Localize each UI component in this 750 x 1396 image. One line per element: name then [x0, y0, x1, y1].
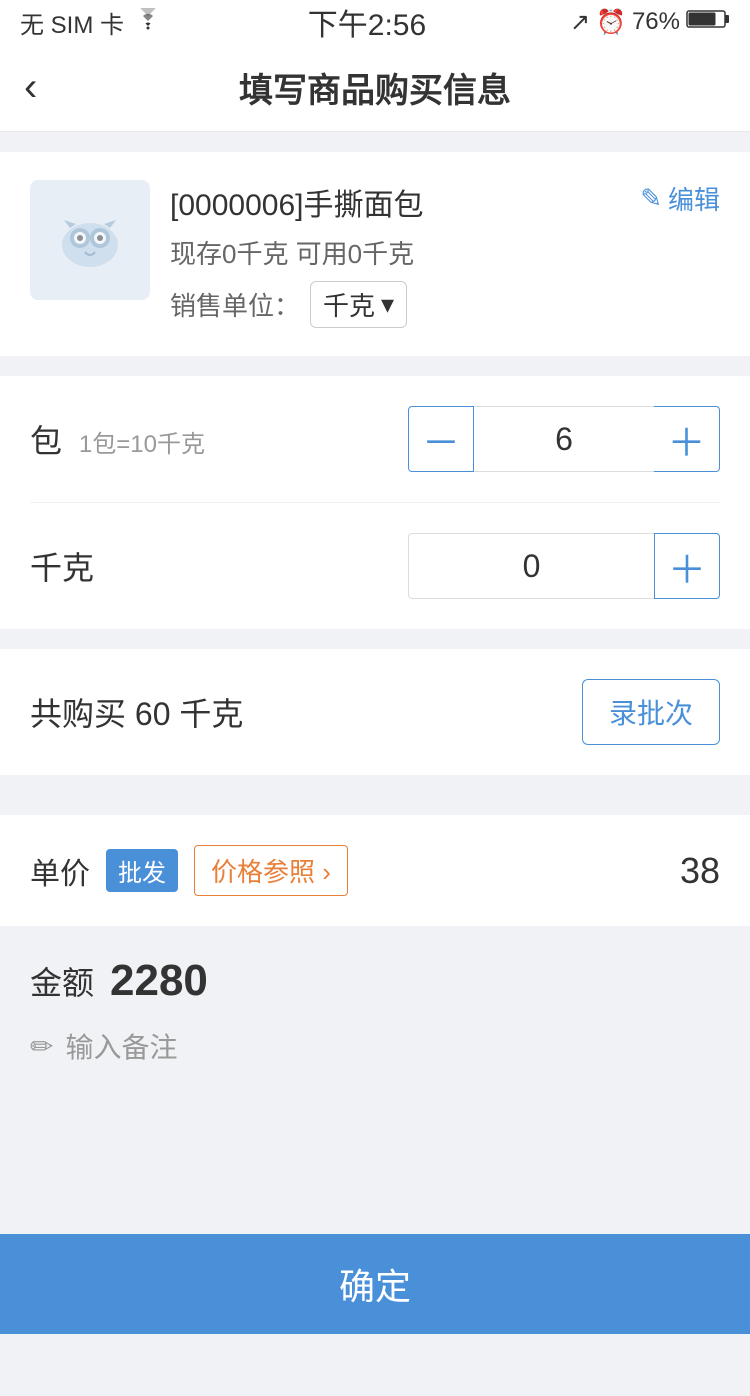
price-ref-button[interactable]: 价格参照 ›: [194, 845, 348, 896]
kg-row: 千克 ＋: [30, 503, 720, 629]
price-label: 单价: [30, 849, 90, 893]
amount-value: 2280: [110, 956, 208, 1006]
bao-qty-input[interactable]: [474, 406, 654, 472]
bao-row: 包 1包=10千克 － ＋: [30, 376, 720, 503]
price-section: 单价 批发 价格参照 › 38: [0, 815, 750, 926]
product-unit: 销售单位： 千克 ▾: [170, 281, 720, 328]
bao-sublabel: 1包=10千克: [79, 431, 205, 458]
bao-qty-control: － ＋: [408, 406, 720, 472]
dropdown-icon: ▾: [381, 289, 394, 320]
remark-icon: ✏: [30, 1030, 53, 1063]
bao-plus-button[interactable]: ＋: [654, 406, 720, 472]
product-card: [0000006]手撕面包 现存0千克 可用0千克 销售单位： 千克 ▾ ✎ 编…: [0, 152, 750, 356]
summary-section: 共购买 60 千克 录批次: [0, 649, 750, 775]
section-separator-2: [0, 629, 750, 649]
confirm-button[interactable]: 确定: [339, 1258, 411, 1310]
amount-label: 金额: [30, 958, 94, 1004]
unit-select[interactable]: 千克 ▾: [310, 281, 407, 328]
summary-text: 共购买 60 千克: [30, 689, 243, 735]
kg-plus-button[interactable]: ＋: [654, 533, 720, 599]
edit-label: 编辑: [668, 180, 720, 217]
price-value: 38: [680, 850, 720, 892]
battery-label: 76%: [632, 8, 680, 36]
status-left: 无 SIM 卡: [20, 5, 164, 40]
amount-row: 金额 2280: [30, 956, 720, 1006]
input-section: 包 1包=10千克 － ＋ 千克 ＋: [0, 376, 750, 629]
status-bar: 无 SIM 卡 下午2:56 ↗ ⏰ 76%: [0, 0, 750, 44]
bao-label: 包 1包=10千克: [30, 416, 408, 462]
product-stock: 现存0千克 可用0千克: [170, 234, 720, 271]
kg-qty-input[interactable]: [408, 533, 654, 599]
batch-button[interactable]: 录批次: [582, 679, 720, 745]
confirm-bar[interactable]: 确定: [0, 1234, 750, 1334]
section-separator-3: [0, 775, 750, 795]
nav-bar: ‹ 填写商品购买信息: [0, 44, 750, 132]
bao-minus-button[interactable]: －: [408, 406, 474, 472]
product-thumbnail: [50, 210, 130, 270]
battery-icon: [686, 8, 730, 37]
product-info: [0000006]手撕面包 现存0千克 可用0千克 销售单位： 千克 ▾: [170, 180, 720, 328]
amount-section: 金额 2280 ✏ 输入备注: [0, 926, 750, 1096]
status-time: 下午2:56: [308, 0, 426, 44]
kg-label: 千克: [30, 543, 408, 589]
alarm-icon: ⏰: [596, 8, 626, 37]
remark-placeholder: 输入备注: [65, 1026, 177, 1066]
page-title: 填写商品购买信息: [239, 63, 511, 112]
status-right: ↗ ⏰ 76%: [570, 8, 730, 37]
kg-qty-control: ＋: [408, 533, 720, 599]
location-icon: ↗: [570, 8, 590, 37]
back-button[interactable]: ‹: [24, 65, 37, 110]
section-separator-1: [0, 356, 750, 376]
edit-button[interactable]: ✎ 编辑: [640, 180, 720, 217]
product-image: [30, 180, 150, 300]
remark-row[interactable]: ✏ 输入备注: [30, 1026, 720, 1066]
wifi-icon: [132, 8, 164, 37]
carrier-label: 无 SIM 卡: [20, 5, 124, 40]
price-type-tag: 批发: [106, 849, 178, 892]
product-name: [0000006]手撕面包: [170, 180, 720, 224]
edit-icon: ✎: [640, 183, 662, 214]
unit-label: 销售单位：: [170, 286, 300, 323]
